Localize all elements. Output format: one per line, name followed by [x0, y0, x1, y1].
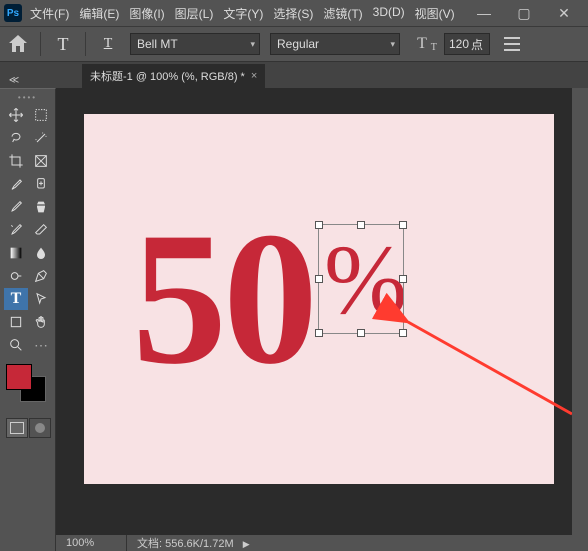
docsize-label: 文档: — [137, 538, 162, 550]
dodge-tool[interactable] — [4, 265, 28, 287]
path-selection-tool[interactable] — [29, 288, 53, 310]
tool-grid: T ⋯ — [4, 104, 51, 356]
toolbox: •••• T ⋯ — [0, 88, 56, 551]
standard-mode-button[interactable] — [6, 418, 28, 438]
annotation-arrow — [402, 314, 588, 316]
shape-tool[interactable] — [4, 311, 28, 333]
brush-tool[interactable] — [4, 196, 28, 218]
status-bar: 100% 文档: 556.6K/1.72M ▶ — [56, 535, 588, 551]
transform-handle-bm[interactable] — [357, 329, 365, 337]
menu-type[interactable]: 文字(Y) — [223, 5, 263, 22]
quick-mask-button[interactable] — [29, 418, 51, 438]
home-icon[interactable] — [6, 32, 30, 56]
options-divider-2 — [85, 32, 86, 56]
font-size-input[interactable]: 120 点 — [444, 33, 490, 55]
transform-handle-mr[interactable] — [399, 275, 407, 283]
history-brush-tool[interactable] — [4, 219, 28, 241]
menu-select[interactable]: 选择(S) — [273, 5, 313, 22]
document-size[interactable]: 文档: 556.6K/1.72M ▶ — [126, 535, 260, 551]
app-logo: Ps — [4, 4, 22, 22]
canvas-area: 50 % — [56, 88, 588, 551]
toolbox-handle[interactable]: •••• — [4, 93, 51, 102]
more-options-icon[interactable] — [500, 32, 524, 56]
crop-tool[interactable] — [4, 150, 28, 172]
menu-image[interactable]: 图像(I) — [129, 5, 164, 22]
gradient-tool[interactable] — [4, 242, 28, 264]
frame-tool[interactable] — [29, 150, 53, 172]
options-divider — [40, 32, 41, 56]
close-button[interactable]: ✕ — [544, 2, 584, 24]
docsize-value: 556.6K/1.72M — [165, 538, 234, 550]
foreground-color-swatch[interactable] — [6, 364, 32, 390]
font-style-value: Regular — [277, 37, 319, 51]
font-size-value: 120 — [449, 37, 469, 51]
title-bar: Ps 文件(F) 编辑(E) 图像(I) 图层(L) 文字(Y) 选择(S) 滤… — [0, 0, 588, 26]
menu-layer[interactable]: 图层(L) — [175, 5, 214, 22]
blur-tool[interactable] — [29, 242, 53, 264]
menu-edit[interactable]: 编辑(E) — [79, 5, 119, 22]
marquee-tool[interactable] — [29, 104, 53, 126]
close-tab-icon[interactable]: × — [251, 70, 257, 82]
canvas-text-main[interactable]: 50 — [132, 204, 314, 394]
font-size-icon: TT — [410, 32, 434, 56]
transform-handle-br[interactable] — [399, 329, 407, 337]
window-controls: — ▢ ✕ — [464, 2, 584, 24]
hand-tool[interactable] — [29, 311, 53, 333]
edit-toolbar-icon[interactable]: ⋯ — [29, 334, 53, 356]
minimize-button[interactable]: — — [464, 2, 504, 24]
text-tool-indicator-icon[interactable]: T — [51, 32, 75, 56]
document-canvas[interactable]: 50 % — [84, 114, 554, 484]
eyedropper-tool[interactable] — [4, 173, 28, 195]
font-family-select[interactable]: Bell MT — [130, 33, 260, 55]
maximize-button[interactable]: ▢ — [504, 2, 544, 24]
workspace: •••• T ⋯ — [0, 88, 588, 551]
lasso-tool[interactable] — [4, 127, 28, 149]
transform-bounding-box[interactable] — [318, 224, 404, 334]
zoom-tool[interactable] — [4, 334, 28, 356]
menu-filter[interactable]: 滤镜(T) — [323, 5, 362, 22]
vertical-scrollbar[interactable] — [572, 88, 588, 551]
transform-handle-bl[interactable] — [315, 329, 323, 337]
transform-handle-tl[interactable] — [315, 221, 323, 229]
main-menu: 文件(F) 编辑(E) 图像(I) 图层(L) 文字(Y) 选择(S) 滤镜(T… — [30, 5, 455, 22]
font-size-unit: 点 — [471, 36, 483, 53]
type-tool[interactable]: T — [4, 288, 28, 310]
clone-stamp-tool[interactable] — [29, 196, 53, 218]
zoom-level[interactable]: 100% — [56, 537, 126, 549]
magic-wand-tool[interactable] — [29, 127, 53, 149]
menu-file[interactable]: 文件(F) — [30, 5, 69, 22]
move-tool[interactable] — [4, 104, 28, 126]
transform-handle-tr[interactable] — [399, 221, 407, 229]
menu-view[interactable]: 视图(V) — [415, 5, 455, 22]
transform-handle-ml[interactable] — [315, 275, 323, 283]
color-swatches[interactable] — [4, 364, 48, 408]
options-bar: T T Bell MT Regular TT 120 点 — [0, 26, 588, 62]
document-tab[interactable]: 未标题-1 @ 100% (%, RGB/8) * × — [82, 64, 265, 88]
font-style-select[interactable]: Regular — [270, 33, 400, 55]
pen-tool[interactable] — [29, 265, 53, 287]
document-tab-strip: ≪ 未标题-1 @ 100% (%, RGB/8) * × — [0, 62, 588, 88]
transform-handle-tm[interactable] — [357, 221, 365, 229]
eraser-tool[interactable] — [29, 219, 53, 241]
document-tab-title: 未标题-1 @ 100% (%, RGB/8) * — [90, 68, 245, 84]
menu-3d[interactable]: 3D(D) — [373, 5, 405, 22]
font-family-value: Bell MT — [137, 37, 178, 51]
quick-mask-controls — [4, 418, 51, 438]
healing-brush-tool[interactable] — [29, 173, 53, 195]
panel-collapse-icon[interactable]: ≪ — [6, 72, 22, 88]
text-orientation-icon[interactable]: T — [96, 32, 120, 56]
